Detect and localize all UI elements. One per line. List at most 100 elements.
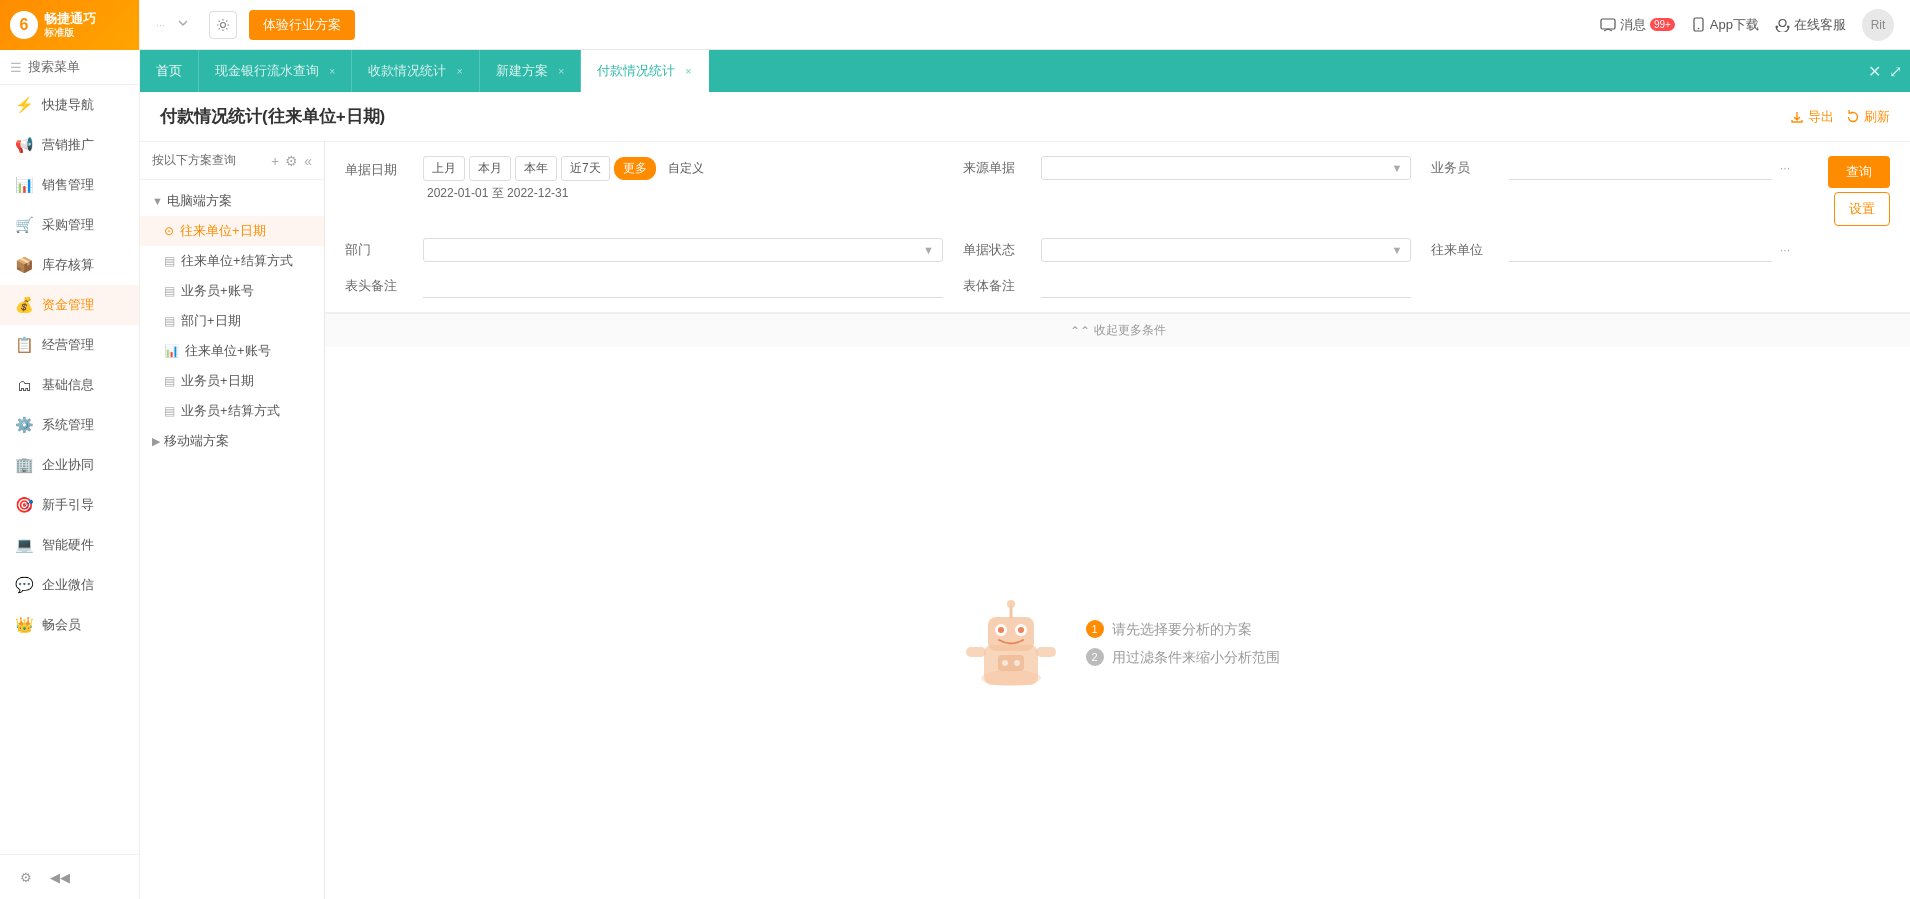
sidebar-logo: 6 畅捷通巧 标准版	[0, 0, 139, 50]
sidebar-item-vip[interactable]: 👑 畅会员	[0, 605, 139, 645]
tree-item-dept-date[interactable]: ▤ 部门+日期	[140, 306, 324, 336]
empty-tips: 1 请先选择要分析的方案 2 用过滤条件来缩小分析范围	[1086, 615, 1280, 671]
settings-footer-icon[interactable]: ⚙	[14, 865, 38, 889]
marketing-icon: 📢	[14, 135, 34, 155]
export-label: 导出	[1808, 108, 1834, 126]
tab-home-label: 首页	[156, 62, 182, 80]
app-download-action[interactable]: App下载	[1691, 16, 1759, 34]
tab-close-all-btn[interactable]: ✕	[1868, 62, 1881, 81]
logo-main-name: 畅捷通巧	[44, 11, 96, 27]
tab-payments-label: 付款情况统计	[597, 62, 675, 80]
online-service-action[interactable]: 在线客服	[1775, 16, 1846, 34]
sidebar-item-weixin[interactable]: 💬 企业微信	[0, 565, 139, 605]
collapse-conditions-btn[interactable]: ⌃⌃ 收起更多条件	[325, 313, 1910, 347]
mobile-group-header[interactable]: ▶ 移动端方案	[140, 426, 324, 456]
sidebar-item-purchase[interactable]: 🛒 采购管理	[0, 205, 139, 245]
dept-select[interactable]: ▼	[423, 238, 943, 262]
source-caret: ▼	[1391, 162, 1402, 174]
sidebar-item-shortcuts[interactable]: ⚡ 快捷导航	[0, 85, 139, 125]
header-note-input[interactable]	[423, 274, 943, 298]
tab-payments-close[interactable]: ×	[685, 65, 691, 77]
settings-button[interactable]	[209, 11, 237, 39]
tree-item-unit-account[interactable]: 📊 往来单位+账号	[140, 336, 324, 366]
date-more[interactable]: 更多	[614, 157, 656, 180]
settings-button-filter[interactable]: 设置	[1834, 192, 1890, 226]
user-avatar[interactable]: Rit	[1862, 9, 1894, 41]
sidebar-item-basic[interactable]: 🗂 基础信息	[0, 365, 139, 405]
svg-point-13	[1018, 627, 1024, 633]
collapse-sidebar-icon[interactable]: ◀◀	[48, 865, 72, 889]
tree-item-unit-date[interactable]: ⊙ 往来单位+日期	[140, 216, 324, 246]
tab-maximize-btn[interactable]: ⤢	[1889, 62, 1902, 81]
tree-icon-staff-payment: ▤	[164, 404, 175, 418]
vip-icon: 👑	[14, 615, 34, 635]
desktop-group-header[interactable]: ▼ 电脑端方案	[140, 186, 324, 216]
online-service-label: 在线客服	[1794, 16, 1846, 34]
date-7days[interactable]: 近7天	[561, 156, 610, 181]
sidebar-item-finance[interactable]: 💰 资金管理	[0, 285, 139, 325]
sidebar-item-marketing[interactable]: 📢 营销推广	[0, 125, 139, 165]
tab-new-plan-close[interactable]: ×	[558, 65, 564, 77]
sidebar-item-inventory[interactable]: 📦 库存核算	[0, 245, 139, 285]
tree-label-unit-date: 往来单位+日期	[180, 222, 266, 240]
sidebar-item-operation[interactable]: 📋 经营管理	[0, 325, 139, 365]
sidebar-item-guide[interactable]: 🎯 新手引导	[0, 485, 139, 525]
partner-label: 往来单位	[1431, 241, 1501, 259]
plan-settings-icon[interactable]: ⚙	[285, 153, 298, 169]
tab-receipts-close[interactable]: ×	[456, 65, 462, 77]
mobile-group-label: 移动端方案	[164, 432, 229, 450]
sales-label: 销售管理	[42, 176, 94, 194]
tree-item-unit-payment[interactable]: ▤ 往来单位+结算方式	[140, 246, 324, 276]
partner-input[interactable]	[1509, 238, 1772, 262]
sidebar-item-enterprise[interactable]: 🏢 企业协同	[0, 445, 139, 485]
doc-status-select[interactable]: ▼	[1041, 238, 1411, 262]
breadcrumb-arrow	[177, 17, 197, 32]
message-action[interactable]: 消息 99+	[1600, 16, 1675, 34]
basic-label: 基础信息	[42, 376, 94, 394]
tree-arrow-down: ▼	[152, 195, 163, 207]
collapse-panel-icon[interactable]: «	[304, 153, 312, 169]
finance-label: 资金管理	[42, 296, 94, 314]
system-label: 系统管理	[42, 416, 94, 434]
refresh-btn[interactable]: 刷新	[1846, 108, 1890, 126]
query-button[interactable]: 查询	[1828, 156, 1890, 188]
tab-receipts-label: 收款情况统计	[368, 62, 446, 80]
body-note-input[interactable]	[1041, 274, 1411, 298]
trial-btn[interactable]: 体验行业方案	[249, 10, 355, 40]
date-this-year[interactable]: 本年	[515, 156, 557, 181]
svg-rect-18	[998, 655, 1024, 671]
sidebar-item-sales[interactable]: 📊 销售管理	[0, 165, 139, 205]
guide-label: 新手引导	[42, 496, 94, 514]
source-select[interactable]: ▼	[1041, 156, 1411, 180]
sidebar-item-system[interactable]: ⚙️ 系统管理	[0, 405, 139, 445]
date-custom[interactable]: 自定义	[660, 157, 712, 180]
svg-point-0	[221, 22, 226, 27]
tree-label-staff-date: 业务员+日期	[181, 372, 254, 390]
tip-num-1: 1	[1086, 620, 1104, 638]
export-icon	[1790, 110, 1804, 124]
tab-payments[interactable]: 付款情况统计 ×	[581, 50, 708, 92]
tree-label-unit-payment: 往来单位+结算方式	[181, 252, 293, 270]
staff-input[interactable]	[1509, 156, 1772, 180]
export-btn[interactable]: 导出	[1790, 108, 1834, 126]
add-plan-icon[interactable]: +	[271, 153, 279, 169]
date-last-month[interactable]: 上月	[423, 156, 465, 181]
tree-item-staff-account[interactable]: ▤ 业务员+账号	[140, 276, 324, 306]
empty-content: 1 请先选择要分析的方案 2 用过滤条件来缩小分析范围	[956, 593, 1280, 693]
tab-new-plan[interactable]: 新建方案 ×	[480, 50, 581, 92]
tab-home[interactable]: 首页	[140, 50, 199, 92]
date-this-month[interactable]: 本月	[469, 156, 511, 181]
svg-point-20	[1014, 660, 1020, 666]
tab-bank[interactable]: 现金银行流水查询 ×	[199, 50, 352, 92]
dept-caret: ▼	[923, 244, 934, 256]
filter-buttons: 查询 设置	[1810, 156, 1890, 226]
vip-label: 畅会员	[42, 616, 81, 634]
tab-controls: ✕ ⤢	[1860, 50, 1910, 92]
tree-item-staff-date[interactable]: ▤ 业务员+日期	[140, 366, 324, 396]
collapse-label: 收起更多条件	[1094, 322, 1166, 339]
search-menu[interactable]: ☰ 搜索菜单	[0, 50, 139, 85]
tab-bank-close[interactable]: ×	[329, 65, 335, 77]
tab-receipts[interactable]: 收款情况统计 ×	[352, 50, 479, 92]
sidebar-item-hardware[interactable]: 💻 智能硬件	[0, 525, 139, 565]
tree-item-staff-payment[interactable]: ▤ 业务员+结算方式	[140, 396, 324, 426]
